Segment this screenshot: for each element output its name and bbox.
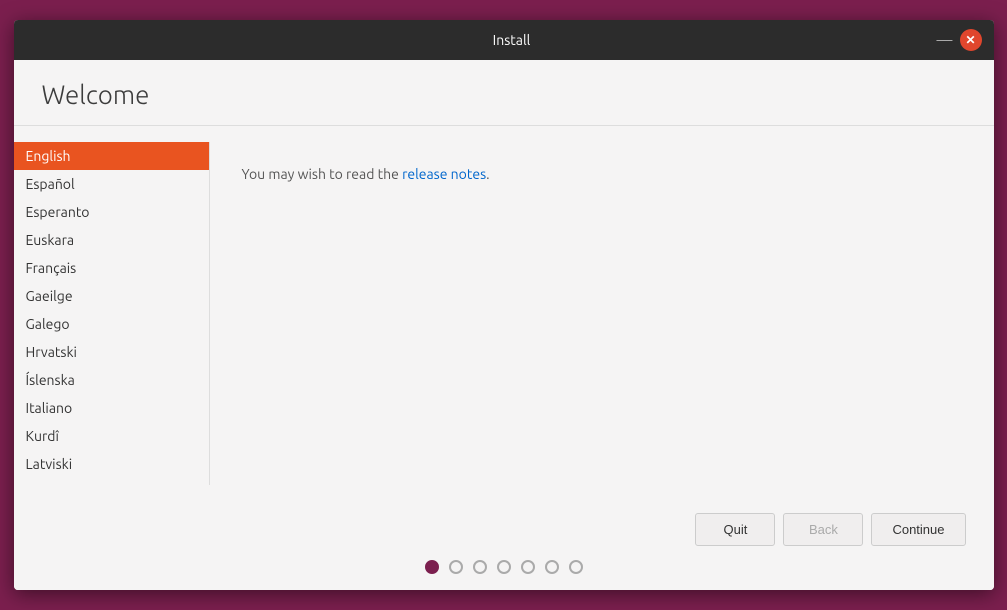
progress-dot-2 xyxy=(473,560,487,574)
footer: Quit Back Continue xyxy=(14,501,994,590)
titlebar: Install — ✕ xyxy=(14,20,994,60)
language-item-galego[interactable]: Galego xyxy=(14,310,209,338)
page-title: Welcome xyxy=(42,80,966,109)
language-item-italiano[interactable]: Italiano xyxy=(14,394,209,422)
release-note-paragraph: You may wish to read the release notes. xyxy=(242,166,962,182)
install-window: Install — ✕ Welcome EnglishEspañolEspera… xyxy=(14,20,994,590)
language-item-euskara[interactable]: Euskara xyxy=(14,226,209,254)
release-note-suffix: . xyxy=(486,166,489,182)
right-panel: You may wish to read the release notes. xyxy=(210,142,994,485)
quit-button[interactable]: Quit xyxy=(695,513,775,546)
page-header: Welcome xyxy=(14,60,994,126)
release-note-prefix: You may wish to read the xyxy=(242,166,403,182)
language-item-français[interactable]: Français xyxy=(14,254,209,282)
language-item-hrvatski[interactable]: Hrvatski xyxy=(14,338,209,366)
progress-dot-6 xyxy=(569,560,583,574)
language-item-íslenska[interactable]: Íslenska xyxy=(14,366,209,394)
language-item-esperanto[interactable]: Esperanto xyxy=(14,198,209,226)
content-area: Welcome EnglishEspañolEsperantoEuskaraFr… xyxy=(14,60,994,590)
progress-dot-3 xyxy=(497,560,511,574)
progress-dot-1 xyxy=(449,560,463,574)
progress-dot-0 xyxy=(425,560,439,574)
language-item-español[interactable]: Español xyxy=(14,170,209,198)
language-item-latviski[interactable]: Latviski xyxy=(14,450,209,478)
progress-dots xyxy=(425,560,583,574)
language-list[interactable]: EnglishEspañolEsperantoEuskaraFrançaisGa… xyxy=(14,142,210,485)
minimize-button[interactable]: — xyxy=(938,33,952,47)
continue-button[interactable]: Continue xyxy=(871,513,965,546)
progress-dot-5 xyxy=(545,560,559,574)
language-item-gaeilge[interactable]: Gaeilge xyxy=(14,282,209,310)
window-title: Install xyxy=(86,32,938,48)
button-row: Quit Back Continue xyxy=(42,513,966,546)
progress-dot-4 xyxy=(521,560,535,574)
close-button[interactable]: ✕ xyxy=(960,29,982,51)
language-item-kurdî[interactable]: Kurdî xyxy=(14,422,209,450)
back-button[interactable]: Back xyxy=(783,513,863,546)
main-area: EnglishEspañolEsperantoEuskaraFrançaisGa… xyxy=(14,126,994,501)
window-controls: — ✕ xyxy=(938,29,982,51)
language-item-english[interactable]: English xyxy=(14,142,209,170)
release-notes-link[interactable]: release notes xyxy=(402,166,486,182)
